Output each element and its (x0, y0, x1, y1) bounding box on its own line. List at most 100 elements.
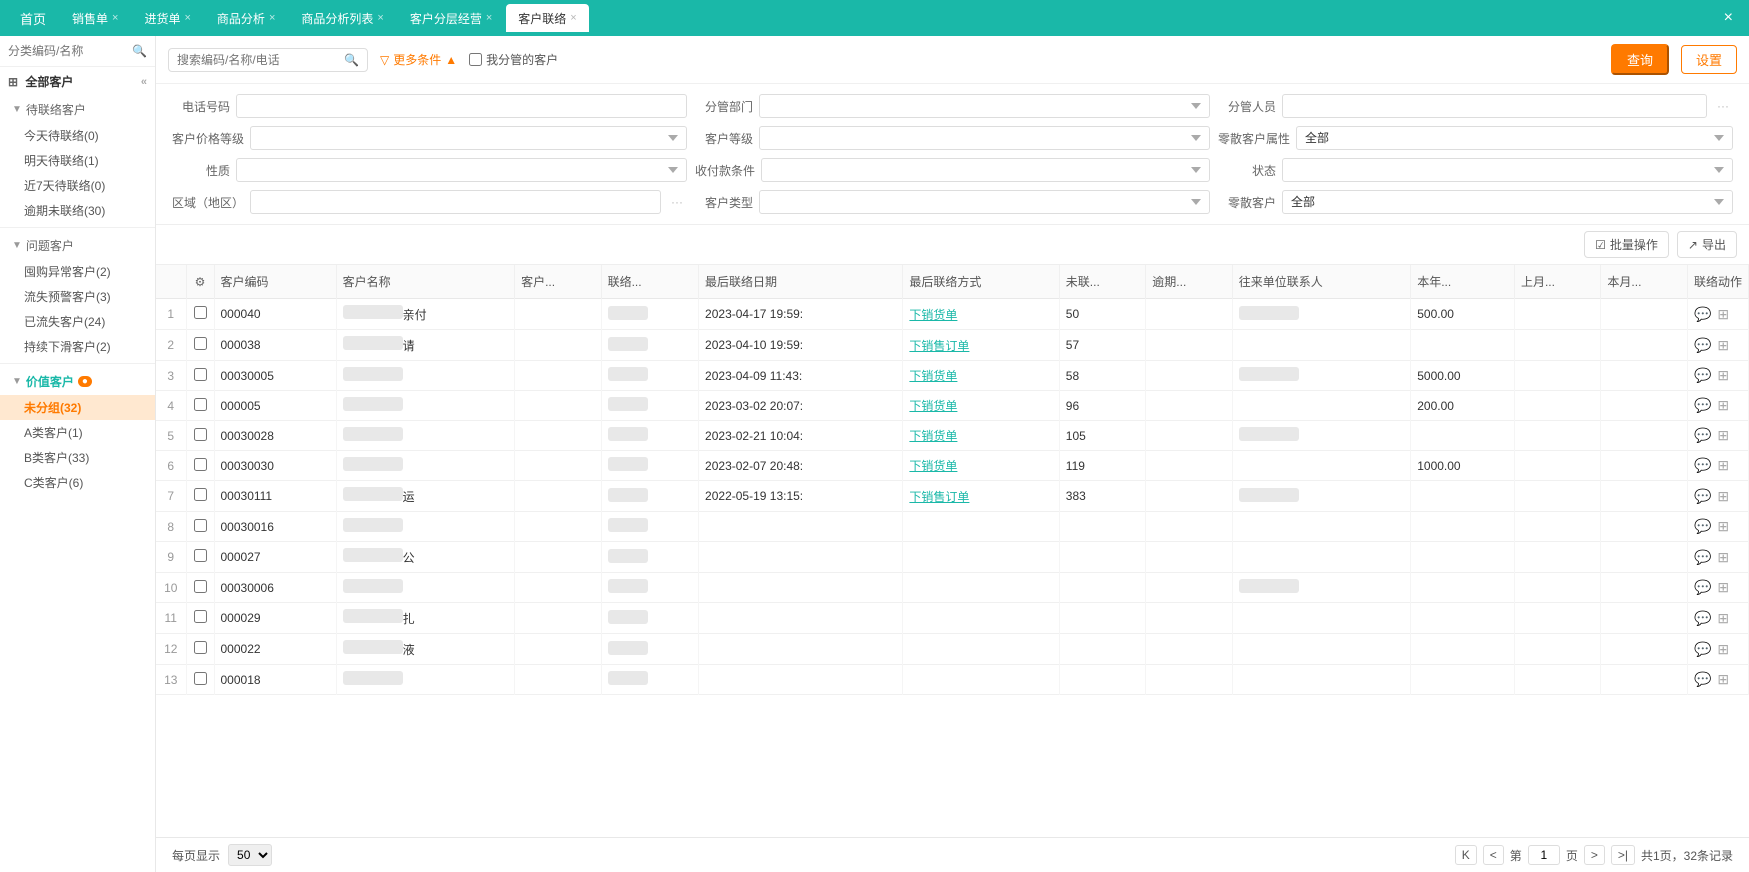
row-checkbox[interactable] (194, 549, 207, 562)
sidebar-search-icon[interactable]: 🔍 (132, 44, 147, 58)
nav-tab-customer-layer-close[interactable]: × (486, 12, 492, 24)
payment-select[interactable] (761, 158, 1210, 182)
grid-action-icon[interactable]: ⊞ (1717, 306, 1729, 323)
person-input[interactable] (1282, 94, 1707, 118)
batch-op-button[interactable]: ☑ 批量操作 (1584, 231, 1669, 258)
td-last-method[interactable]: 下销货单 (903, 361, 1059, 391)
nature-select[interactable] (236, 158, 687, 182)
message-icon[interactable]: 💬 (1694, 306, 1711, 323)
customer-level-select[interactable] (759, 126, 1210, 150)
nav-tab-customer-layer[interactable]: 客户分层经营 × (398, 4, 504, 32)
sidebar-item-ungroup[interactable]: 未分组(32) (0, 395, 155, 420)
nav-tab-customer-contact-close[interactable]: × (570, 12, 576, 24)
main-search-icon[interactable]: 🔍 (344, 53, 359, 67)
td-check[interactable] (186, 603, 214, 634)
sidebar-item-overdue[interactable]: 逾期未联络(30) (0, 198, 155, 223)
row-checkbox[interactable] (194, 337, 207, 350)
sidebar-item-7days[interactable]: 近7天待联络(0) (0, 173, 155, 198)
sidebar-search-box[interactable]: 🔍 (0, 36, 155, 67)
row-checkbox[interactable] (194, 458, 207, 471)
row-checkbox[interactable] (194, 398, 207, 411)
phone-input[interactable] (236, 94, 687, 118)
td-check[interactable] (186, 421, 214, 451)
sidebar-item-classB[interactable]: B类客户(33) (0, 445, 155, 470)
td-last-method[interactable]: 下销货单 (903, 421, 1059, 451)
nav-tab-sales[interactable]: 销售单 × (60, 4, 130, 32)
retail-attr-select[interactable]: 全部 (1296, 126, 1733, 150)
nav-tab-product-analysis-close[interactable]: × (269, 12, 275, 24)
message-icon[interactable]: 💬 (1694, 579, 1711, 596)
message-icon[interactable]: 💬 (1694, 367, 1711, 384)
retail-customer-select[interactable]: 全部 (1282, 190, 1733, 214)
my-customers-checkbox[interactable] (469, 53, 482, 66)
sidebar-group-value[interactable]: ▼ 价值客户 ● (0, 368, 155, 395)
grid-action-icon[interactable]: ⊞ (1717, 397, 1729, 414)
td-check[interactable] (186, 391, 214, 421)
td-last-method[interactable] (903, 573, 1059, 603)
nav-tab-sales-close[interactable]: × (112, 12, 118, 24)
customer-type-select[interactable] (759, 190, 1210, 214)
row-checkbox[interactable] (194, 519, 207, 532)
grid-action-icon[interactable]: ⊞ (1717, 671, 1729, 688)
td-check[interactable] (186, 361, 214, 391)
nav-tab-product-list[interactable]: 商品分析列表 × (289, 4, 395, 32)
next-page-btn[interactable]: > (1584, 845, 1605, 865)
td-check[interactable] (186, 299, 214, 330)
last-method-link[interactable]: 下销货单 (909, 369, 957, 383)
query-button[interactable]: 查询 (1611, 44, 1669, 75)
td-last-method[interactable] (903, 665, 1059, 695)
td-last-method[interactable]: 下销货单 (903, 299, 1059, 330)
th-settings-icon[interactable]: ⚙ (195, 275, 206, 289)
row-checkbox[interactable] (194, 580, 207, 593)
td-last-method[interactable] (903, 634, 1059, 665)
region-dots-icon[interactable]: ··· (667, 195, 687, 209)
nav-tab-purchase[interactable]: 进货单 × (132, 4, 202, 32)
nav-tab-product-analysis[interactable]: 商品分析 × (205, 4, 287, 32)
td-check[interactable] (186, 665, 214, 695)
grid-action-icon[interactable]: ⊞ (1717, 457, 1729, 474)
price-level-select[interactable] (250, 126, 687, 150)
td-check[interactable] (186, 542, 214, 573)
sidebar-item-tomorrow[interactable]: 明天待联络(1) (0, 148, 155, 173)
nav-tab-customer-contact[interactable]: 客户联络 × (506, 4, 588, 32)
grid-action-icon[interactable]: ⊞ (1717, 549, 1729, 566)
message-icon[interactable]: 💬 (1694, 397, 1711, 414)
message-icon[interactable]: 💬 (1694, 427, 1711, 444)
td-check[interactable] (186, 512, 214, 542)
reset-button[interactable]: 设置 (1681, 45, 1737, 74)
page-size-select[interactable]: 50 (228, 844, 272, 866)
nav-home[interactable]: 首页 (8, 9, 58, 28)
last-page-btn[interactable]: >| (1611, 845, 1635, 865)
row-checkbox[interactable] (194, 306, 207, 319)
nav-tab-purchase-close[interactable]: × (184, 12, 190, 24)
sidebar-search-input[interactable] (8, 44, 128, 58)
td-check[interactable] (186, 573, 214, 603)
sidebar-item-declining[interactable]: 持续下滑客户(2) (0, 334, 155, 359)
grid-action-icon[interactable]: ⊞ (1717, 641, 1729, 658)
grid-action-icon[interactable]: ⊞ (1717, 610, 1729, 627)
row-checkbox[interactable] (194, 368, 207, 381)
message-icon[interactable]: 💬 (1694, 641, 1711, 658)
sidebar-all-customers[interactable]: ⊞ 全部客户 « (0, 67, 155, 96)
main-search-box[interactable]: 🔍 (168, 48, 368, 72)
td-last-method[interactable]: 下销货单 (903, 451, 1059, 481)
td-last-method[interactable]: 下销售订单 (903, 330, 1059, 361)
first-page-btn[interactable]: K (1455, 845, 1477, 865)
td-check[interactable] (186, 481, 214, 512)
sidebar-collapse-icon[interactable]: « (141, 76, 147, 88)
window-close-button[interactable]: × (1716, 9, 1741, 27)
row-checkbox[interactable] (194, 488, 207, 501)
message-icon[interactable]: 💬 (1694, 337, 1711, 354)
region-input[interactable] (250, 190, 661, 214)
td-check[interactable] (186, 634, 214, 665)
sidebar-item-classC[interactable]: C类客户(6) (0, 470, 155, 495)
row-checkbox[interactable] (194, 610, 207, 623)
person-dots-icon[interactable]: ··· (1713, 99, 1733, 113)
nav-tab-product-list-close[interactable]: × (377, 12, 383, 24)
message-icon[interactable]: 💬 (1694, 457, 1711, 474)
last-method-link[interactable]: 下销货单 (909, 429, 957, 443)
td-check[interactable] (186, 330, 214, 361)
message-icon[interactable]: 💬 (1694, 671, 1711, 688)
sidebar-item-today[interactable]: 今天待联络(0) (0, 123, 155, 148)
sidebar-group-pending[interactable]: ▼ 待联络客户 (0, 96, 155, 123)
